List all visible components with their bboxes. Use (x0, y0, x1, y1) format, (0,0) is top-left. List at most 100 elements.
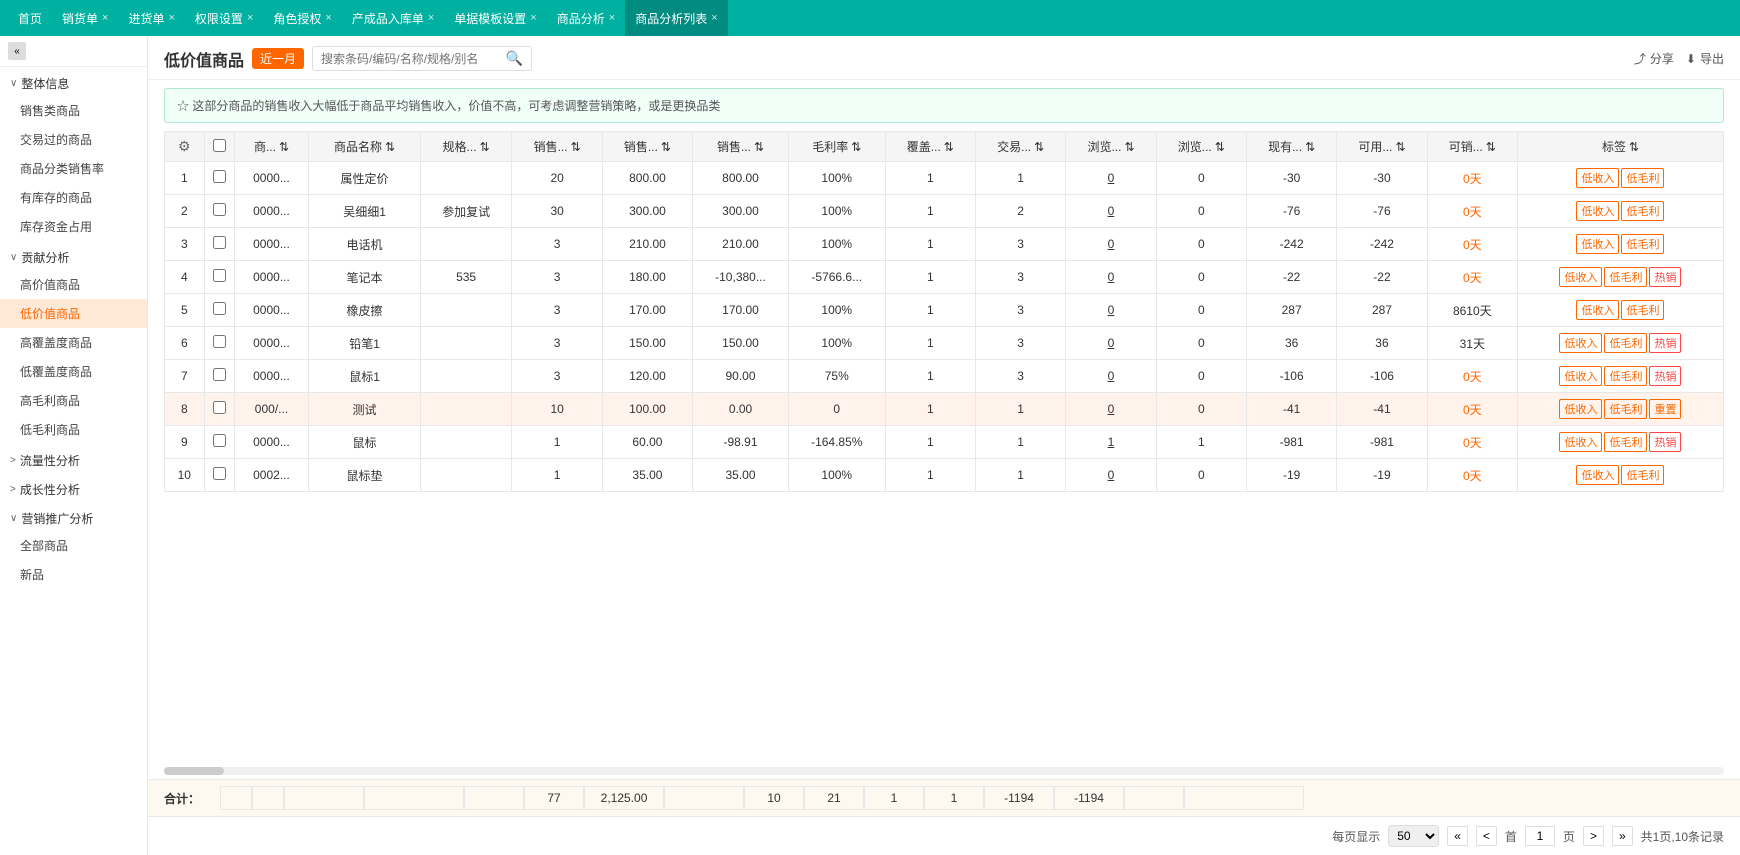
page-input[interactable] (1525, 826, 1555, 846)
cell-browse1[interactable]: 1 (1066, 426, 1156, 459)
row-checkbox[interactable] (213, 269, 226, 282)
row-checkbox[interactable] (213, 467, 226, 480)
prev-page-button[interactable]: < (1476, 826, 1497, 846)
nav-product-analysis[interactable]: 商品分析 × (547, 0, 625, 36)
col-name[interactable]: 商品名称⇅ (309, 132, 420, 162)
time-filter-button[interactable]: 近一月 (252, 48, 304, 69)
nav-close-icon[interactable]: × (530, 12, 536, 24)
col-sellable-stock[interactable]: 可销...⇅ (1427, 132, 1517, 162)
nav-close-icon[interactable]: × (102, 12, 108, 24)
sidebar-item-high-margin[interactable]: 高毛利商品 (0, 386, 147, 415)
nav-close-icon[interactable]: × (711, 12, 717, 24)
next-page-button[interactable]: > (1583, 826, 1604, 846)
browse-link[interactable]: 0 (1108, 402, 1115, 416)
browse-link[interactable]: 0 (1108, 468, 1115, 482)
browse-link[interactable]: 0 (1108, 369, 1115, 383)
table-container[interactable]: ⚙ 商...⇅ 商品名称⇅ 规格...⇅ 销售...⇅ 销售...⇅ 销售...… (148, 131, 1740, 767)
browse-link[interactable]: 0 (1108, 270, 1115, 284)
nav-close-icon[interactable]: × (609, 12, 615, 24)
col-trade[interactable]: 交易...⇅ (975, 132, 1065, 162)
per-page-select[interactable]: 50 100 200 (1388, 825, 1439, 847)
col-browse2[interactable]: 浏览...⇅ (1156, 132, 1246, 162)
scrollbar-thumb[interactable] (164, 767, 224, 775)
sidebar-group-marketing[interactable]: ∨ 营销推广分析 (0, 502, 147, 531)
cell-browse1[interactable]: 0 (1066, 228, 1156, 261)
nav-product-analysis-list[interactable]: 商品分析列表 × (625, 0, 727, 36)
cell-browse1[interactable]: 0 (1066, 261, 1156, 294)
row-checkbox[interactable] (213, 236, 226, 249)
sidebar-item-category-sales-rate[interactable]: 商品分类销售率 (0, 154, 147, 183)
row-checkbox[interactable] (213, 170, 226, 183)
col-sales1[interactable]: 销售...⇅ (512, 132, 602, 162)
browse-link[interactable]: 1 (1108, 435, 1115, 449)
cell-browse1[interactable]: 0 (1066, 162, 1156, 195)
cell-checkbox[interactable] (204, 228, 234, 261)
nav-template-settings[interactable]: 单据模板设置 × (444, 0, 546, 36)
browse-link[interactable]: 0 (1108, 237, 1115, 251)
col-tags[interactable]: 标签⇅ (1517, 132, 1723, 162)
browse-link[interactable]: 0 (1108, 303, 1115, 317)
cell-browse1[interactable]: 0 (1066, 360, 1156, 393)
col-coverage[interactable]: 覆盖...⇅ (885, 132, 975, 162)
sidebar-group-growth[interactable]: > 成长性分析 (0, 473, 147, 502)
sidebar-item-new-goods[interactable]: 新品 (0, 560, 147, 589)
sidebar-group-traffic[interactable]: > 流量性分析 (0, 444, 147, 473)
nav-home[interactable]: 首页 (8, 0, 52, 36)
cell-checkbox[interactable] (204, 426, 234, 459)
horizontal-scrollbar[interactable] (164, 767, 1724, 775)
sidebar-group-overview[interactable]: ∨ 整体信息 (0, 67, 147, 96)
col-current-stock[interactable]: 现有...⇅ (1246, 132, 1336, 162)
col-gear[interactable]: ⚙ (165, 132, 205, 162)
search-input[interactable] (321, 52, 506, 66)
sidebar-collapse-button[interactable]: « (8, 42, 26, 60)
nav-close-icon[interactable]: × (325, 12, 331, 24)
nav-purchase-order[interactable]: 进货单 × (118, 0, 184, 36)
first-page-button[interactable]: « (1447, 826, 1468, 846)
cell-checkbox[interactable] (204, 459, 234, 492)
col-available-stock[interactable]: 可用...⇅ (1337, 132, 1427, 162)
nav-permission[interactable]: 权限设置 × (185, 0, 263, 36)
col-browse1[interactable]: 浏览...⇅ (1066, 132, 1156, 162)
sidebar-item-sales-goods[interactable]: 销售类商品 (0, 96, 147, 125)
cell-checkbox[interactable] (204, 294, 234, 327)
nav-role-auth[interactable]: 角色授权 × (263, 0, 341, 36)
export-button[interactable]: ⬇ 导出 (1686, 50, 1724, 67)
cell-browse1[interactable]: 0 (1066, 393, 1156, 426)
nav-finished-goods[interactable]: 产成品入库单 × (342, 0, 444, 36)
sidebar-item-all-goods[interactable]: 全部商品 (0, 531, 147, 560)
cell-checkbox[interactable] (204, 393, 234, 426)
browse-link[interactable]: 0 (1108, 336, 1115, 350)
col-code[interactable]: 商...⇅ (234, 132, 309, 162)
last-page-button[interactable]: » (1612, 826, 1633, 846)
nav-close-icon[interactable]: × (247, 12, 253, 24)
cell-checkbox[interactable] (204, 327, 234, 360)
sidebar-item-traded-goods[interactable]: 交易过的商品 (0, 125, 147, 154)
search-icon[interactable]: 🔍 (506, 50, 523, 67)
select-all-checkbox[interactable] (213, 139, 226, 152)
sidebar-group-contribution[interactable]: ∨ 贡献分析 (0, 241, 147, 270)
nav-close-icon[interactable]: × (168, 12, 174, 24)
cell-checkbox[interactable] (204, 261, 234, 294)
col-sales2[interactable]: 销售...⇅ (602, 132, 692, 162)
cell-checkbox[interactable] (204, 195, 234, 228)
gear-icon[interactable]: ⚙ (178, 138, 191, 154)
col-profit-rate[interactable]: 毛利率⇅ (788, 132, 885, 162)
browse-link[interactable]: 0 (1108, 204, 1115, 218)
cell-browse1[interactable]: 0 (1066, 327, 1156, 360)
sidebar-item-stock-goods[interactable]: 有库存的商品 (0, 183, 147, 212)
sidebar-item-low-margin[interactable]: 低毛利商品 (0, 415, 147, 444)
nav-sales-order[interactable]: 销货单 × (52, 0, 118, 36)
cell-checkbox[interactable] (204, 360, 234, 393)
share-button[interactable]: ⤴ 分享 (1634, 50, 1674, 67)
cell-checkbox[interactable] (204, 162, 234, 195)
row-checkbox[interactable] (213, 434, 226, 447)
sidebar-item-high-coverage[interactable]: 高覆盖度商品 (0, 328, 147, 357)
sidebar-item-high-value[interactable]: 高价值商品 (0, 270, 147, 299)
col-sales3[interactable]: 销售...⇅ (693, 132, 789, 162)
cell-browse1[interactable]: 0 (1066, 459, 1156, 492)
sidebar-item-stock-capital[interactable]: 库存资金占用 (0, 212, 147, 241)
cell-browse1[interactable]: 0 (1066, 195, 1156, 228)
row-checkbox[interactable] (213, 335, 226, 348)
col-spec[interactable]: 规格...⇅ (420, 132, 512, 162)
sidebar-item-low-value[interactable]: 低价值商品 (0, 299, 147, 328)
